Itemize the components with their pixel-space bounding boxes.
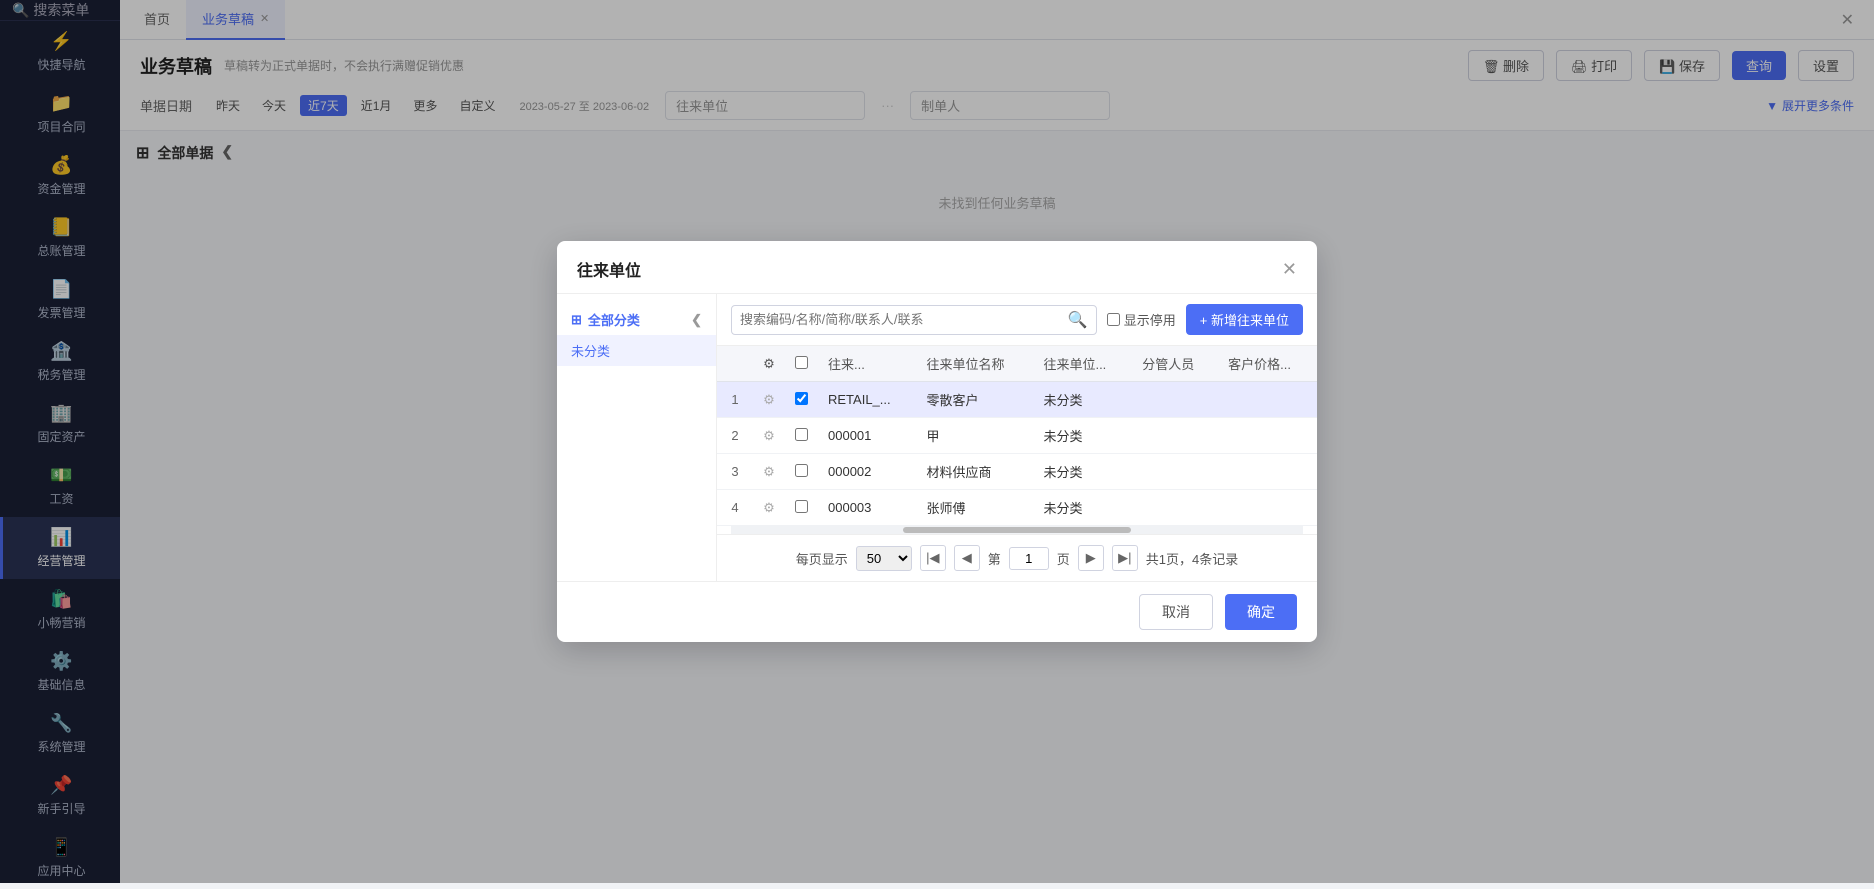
row-category-2: 未分类 xyxy=(1033,418,1132,454)
row-price-4 xyxy=(1218,490,1317,526)
show-disabled-text: 显示停用 xyxy=(1124,310,1176,329)
row-manager-1 xyxy=(1132,382,1218,418)
row-name-4: 张师傅 xyxy=(917,490,1034,526)
col-price-header: 客户价格... xyxy=(1218,346,1317,382)
row-code-2: 000001 xyxy=(818,418,917,454)
dialog-pagination: 每页显示 50 100 |◀ ◀ 第 页 ▶ ▶| 共1页，4条记录 xyxy=(717,534,1317,581)
scrollbar-thumb xyxy=(903,527,1132,533)
row-name-1: 零散客户 xyxy=(917,382,1034,418)
row-manager-2 xyxy=(1132,418,1218,454)
search-input-wrapper: 🔍 xyxy=(731,305,1097,335)
row-code-1: RETAIL_... xyxy=(818,382,917,418)
category-unclassified-label: 未分类 xyxy=(571,344,610,359)
row-check-cell-4 xyxy=(785,490,818,526)
row-check-cell-2 xyxy=(785,418,818,454)
col-index-header xyxy=(717,346,753,382)
category-header[interactable]: ⊞ 全部分类 ❮ xyxy=(557,304,716,335)
row-code-3: 000002 xyxy=(818,454,917,490)
per-page-label: 每页显示 xyxy=(796,549,848,568)
first-page-btn[interactable]: |◀ xyxy=(920,545,946,571)
row-settings-1: ⚙ xyxy=(753,382,785,418)
row-name-3: 材料供应商 xyxy=(917,454,1034,490)
cancel-button[interactable]: 取消 xyxy=(1139,594,1213,630)
collapse-icon[interactable]: ❮ xyxy=(691,312,702,328)
row-index-1: 1 xyxy=(717,382,753,418)
dialog-title: 往来单位 xyxy=(577,257,641,281)
search-input[interactable] xyxy=(740,312,1062,327)
row-check-cell-1 xyxy=(785,382,818,418)
row-settings-3: ⚙ xyxy=(753,454,785,490)
page-label-suffix: 页 xyxy=(1057,549,1070,568)
dialog-footer: 取消 确定 xyxy=(557,581,1317,642)
table-row[interactable]: 1 ⚙ RETAIL_... 零散客户 未分类 xyxy=(717,382,1317,418)
row-checkbox-2[interactable] xyxy=(795,428,808,441)
row-price-3 xyxy=(1218,454,1317,490)
row-check-cell-3 xyxy=(785,454,818,490)
dialog-categories: ⊞ 全部分类 ❮ 未分类 xyxy=(557,294,717,581)
total-label: 共1页，4条记录 xyxy=(1146,549,1238,568)
dialog-right-panel: 🔍 显示停用 + 新增往来单位 ⚙ xyxy=(717,294,1317,581)
dialog-close-icon[interactable]: ✕ xyxy=(1282,259,1297,280)
add-partner-button[interactable]: + 新增往来单位 xyxy=(1186,304,1303,335)
category-unclassified[interactable]: 未分类 xyxy=(557,335,716,366)
row-price-2 xyxy=(1218,418,1317,454)
table-scrollbar[interactable] xyxy=(731,526,1303,534)
row-category-3: 未分类 xyxy=(1033,454,1132,490)
select-all-checkbox[interactable] xyxy=(795,356,808,369)
row-checkbox-1[interactable] xyxy=(795,392,808,405)
row-category-4: 未分类 xyxy=(1033,490,1132,526)
col-category-header: 往来单位... xyxy=(1033,346,1132,382)
page-number-input[interactable] xyxy=(1009,547,1049,570)
col-settings-header: ⚙ xyxy=(753,346,785,382)
per-page-select[interactable]: 50 100 xyxy=(856,546,912,571)
show-disabled-label[interactable]: 显示停用 xyxy=(1107,310,1176,329)
row-manager-3 xyxy=(1132,454,1218,490)
row-checkbox-3[interactable] xyxy=(795,464,808,477)
row-category-1: 未分类 xyxy=(1033,382,1132,418)
row-index-3: 3 xyxy=(717,454,753,490)
row-manager-4 xyxy=(1132,490,1218,526)
col-name-header: 往来单位名称 xyxy=(917,346,1034,382)
show-disabled-checkbox[interactable] xyxy=(1107,313,1120,326)
row-settings-2: ⚙ xyxy=(753,418,785,454)
category-header-label: 全部分类 xyxy=(588,310,640,329)
dialog-search-bar: 🔍 显示停用 + 新增往来单位 xyxy=(717,294,1317,346)
prev-page-btn[interactable]: ◀ xyxy=(954,545,980,571)
row-settings-4: ⚙ xyxy=(753,490,785,526)
row-code-4: 000003 xyxy=(818,490,917,526)
col-code-header: 往来... xyxy=(818,346,917,382)
partner-dialog: 往来单位 ✕ ⊞ 全部分类 ❮ 未分类 xyxy=(557,241,1317,642)
dialog-body: ⊞ 全部分类 ❮ 未分类 🔍 显示停用 xyxy=(557,294,1317,581)
row-checkbox-4[interactable] xyxy=(795,500,808,513)
row-index-4: 4 xyxy=(717,490,753,526)
confirm-button[interactable]: 确定 xyxy=(1225,594,1297,630)
table-row[interactable]: 4 ⚙ 000003 张师傅 未分类 xyxy=(717,490,1317,526)
dialog-table: ⚙ 往来... 往来单位名称 往来单位... 分管人员 客户价格... 1 ⚙ … xyxy=(717,346,1317,526)
search-icon: 🔍 xyxy=(1068,310,1088,330)
dialog-header: 往来单位 ✕ xyxy=(557,241,1317,294)
col-check-header[interactable] xyxy=(785,346,818,382)
row-index-2: 2 xyxy=(717,418,753,454)
last-page-btn[interactable]: ▶| xyxy=(1112,545,1138,571)
next-page-btn[interactable]: ▶ xyxy=(1078,545,1104,571)
dialog-overlay[interactable]: 往来单位 ✕ ⊞ 全部分类 ❮ 未分类 xyxy=(0,0,1874,883)
page-label-first: 第 xyxy=(988,549,1001,568)
table-row[interactable]: 3 ⚙ 000002 材料供应商 未分类 xyxy=(717,454,1317,490)
table-row[interactable]: 2 ⚙ 000001 甲 未分类 xyxy=(717,418,1317,454)
col-manager-header: 分管人员 xyxy=(1132,346,1218,382)
row-price-1 xyxy=(1218,382,1317,418)
row-name-2: 甲 xyxy=(917,418,1034,454)
